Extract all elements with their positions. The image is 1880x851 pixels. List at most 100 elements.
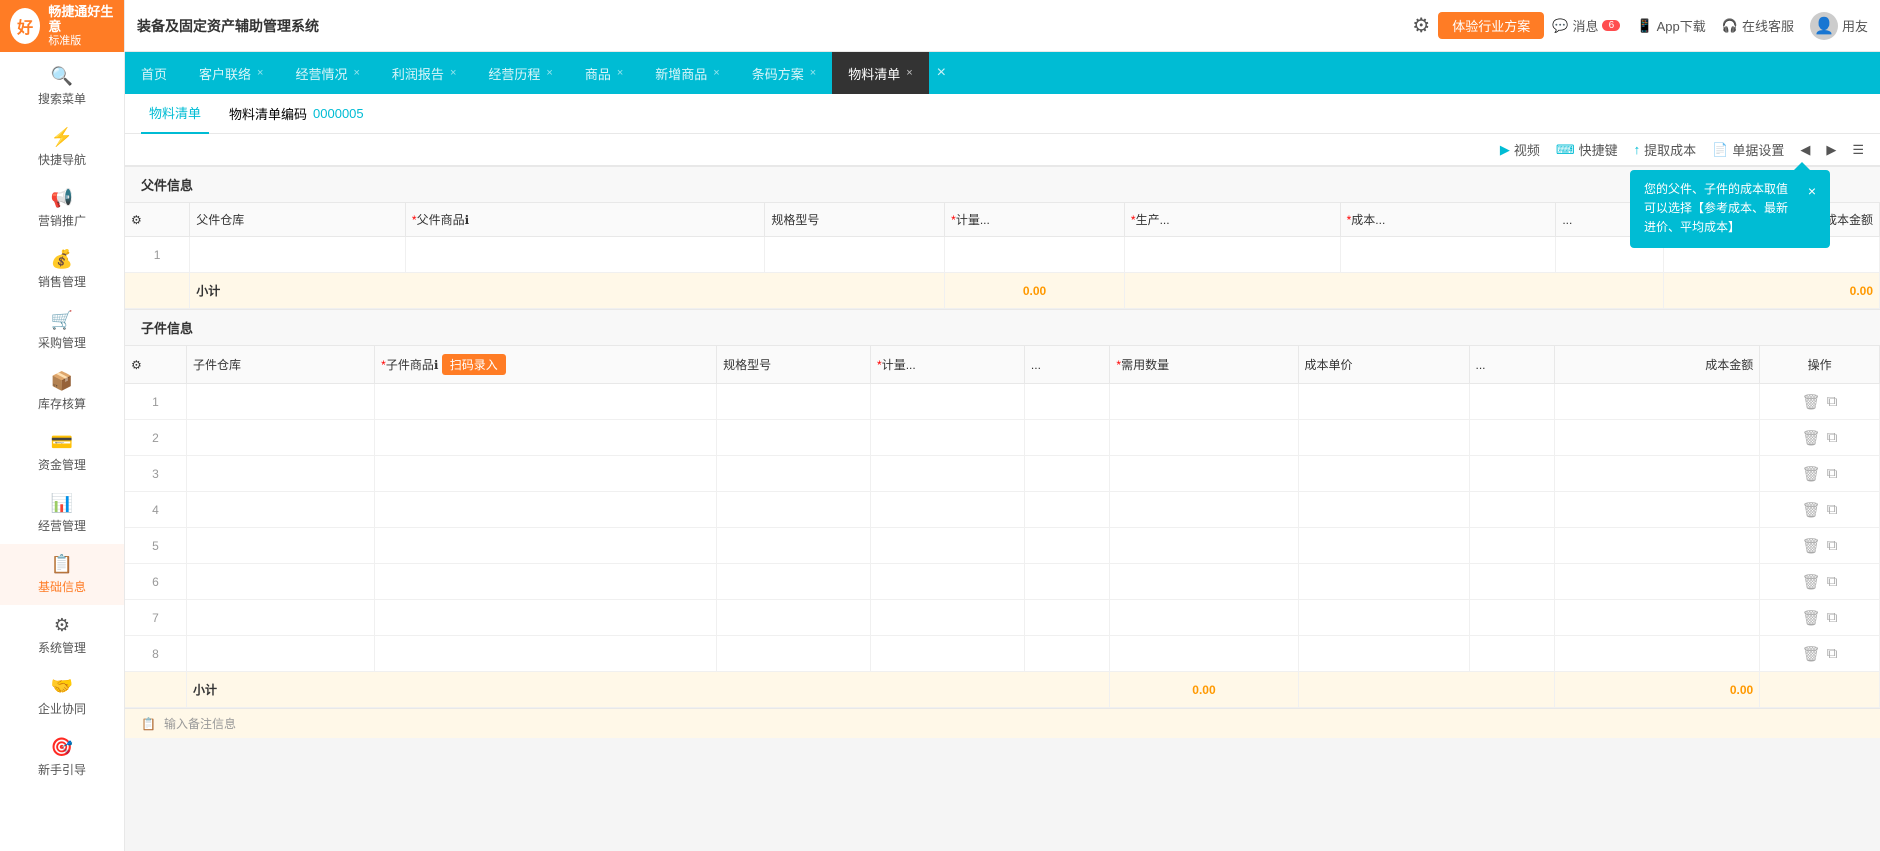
child-warehouse-4[interactable] xyxy=(187,492,375,528)
child-warehouse-3[interactable] xyxy=(187,456,375,492)
parent-spec-1[interactable] xyxy=(765,237,945,273)
scan-btn[interactable]: 扫码录入 xyxy=(442,354,506,375)
sidebar-item-search[interactable]: 🔍搜索菜单 xyxy=(0,56,124,117)
child-spec-7[interactable] xyxy=(717,600,871,636)
sidebar-item-sales[interactable]: 💰销售管理 xyxy=(0,239,124,300)
copy-icon-6[interactable]: ⧉ xyxy=(1827,573,1838,591)
shortcut-btn[interactable]: ⌨ 快捷键 xyxy=(1556,140,1618,159)
parent-cost-1[interactable] xyxy=(1340,237,1556,273)
child-warehouse-2[interactable] xyxy=(187,420,375,456)
child-qty-2[interactable] xyxy=(1110,420,1298,456)
nav-tab-close-history[interactable]: × xyxy=(546,67,552,79)
child-unit-6[interactable] xyxy=(871,564,1025,600)
delete-icon-3[interactable]: 🗑 xyxy=(1802,465,1821,483)
copy-icon-4[interactable]: ⧉ xyxy=(1827,501,1838,519)
child-goods-8[interactable] xyxy=(375,636,717,672)
settings-icon-btn[interactable]: ⚙ xyxy=(1412,13,1430,38)
child-unit-5[interactable] xyxy=(871,528,1025,564)
tooltip-close-btn[interactable]: × xyxy=(1808,180,1816,202)
child-unit-7[interactable] xyxy=(871,600,1025,636)
child-warehouse-7[interactable] xyxy=(187,600,375,636)
child-spec-1[interactable] xyxy=(717,384,871,420)
delete-icon-2[interactable]: 🗑 xyxy=(1802,429,1821,447)
child-unit-1[interactable] xyxy=(871,384,1025,420)
tab-bom-list[interactable]: 物料清单 xyxy=(141,94,209,134)
child-qty-6[interactable] xyxy=(1110,564,1298,600)
child-goods-3[interactable] xyxy=(375,456,717,492)
child-unit-2[interactable] xyxy=(871,420,1025,456)
sidebar-item-basic-info[interactable]: 📋基础信息 xyxy=(0,544,124,605)
child-extra-3[interactable] xyxy=(1024,456,1110,492)
extract-cost-btn[interactable]: ↑ 提取成本 xyxy=(1634,140,1697,159)
child-extra2-2[interactable] xyxy=(1469,420,1555,456)
nav-tab-goods[interactable]: 商品× xyxy=(569,52,639,94)
copy-icon-5[interactable]: ⧉ xyxy=(1827,537,1838,555)
child-extra2-3[interactable] xyxy=(1469,456,1555,492)
nav-tab-new_goods[interactable]: 新增商品× xyxy=(639,52,735,94)
child-col-settings[interactable]: ⚙ xyxy=(125,346,187,384)
user-avatar-item[interactable]: 👤 用友 xyxy=(1810,12,1868,40)
nav-tab-close-goods[interactable]: × xyxy=(617,67,623,79)
child-unit-price-5[interactable] xyxy=(1298,528,1469,564)
app-download-item[interactable]: 📱 App下载 xyxy=(1636,16,1705,35)
delete-icon-5[interactable]: 🗑 xyxy=(1802,537,1821,555)
grid-view-btn[interactable]: ☰ xyxy=(1852,142,1864,158)
child-extra2-7[interactable] xyxy=(1469,600,1555,636)
child-qty-3[interactable] xyxy=(1110,456,1298,492)
copy-icon-1[interactable]: ⧉ xyxy=(1827,393,1838,411)
copy-icon-2[interactable]: ⧉ xyxy=(1827,429,1838,447)
child-qty-7[interactable] xyxy=(1110,600,1298,636)
sidebar-item-business[interactable]: 📊经营管理 xyxy=(0,483,124,544)
child-warehouse-6[interactable] xyxy=(187,564,375,600)
nav-tab-operation[interactable]: 经营情况× xyxy=(279,52,375,94)
nav-tab-barcode[interactable]: 条码方案× xyxy=(736,52,832,94)
nav-prev-btn[interactable]: ◀ xyxy=(1800,142,1810,158)
nav-tab-profit[interactable]: 利润报告× xyxy=(376,52,472,94)
child-extra-1[interactable] xyxy=(1024,384,1110,420)
child-spec-8[interactable] xyxy=(717,636,871,672)
child-warehouse-5[interactable] xyxy=(187,528,375,564)
delete-icon-6[interactable]: 🗑 xyxy=(1802,573,1821,591)
child-unit-4[interactable] xyxy=(871,492,1025,528)
online-service-item[interactable]: 🎧 在线客服 xyxy=(1722,16,1794,35)
child-extra-2[interactable] xyxy=(1024,420,1110,456)
nav-tab-history[interactable]: 经营历程× xyxy=(472,52,568,94)
child-unit-8[interactable] xyxy=(871,636,1025,672)
child-extra-6[interactable] xyxy=(1024,564,1110,600)
child-extra-7[interactable] xyxy=(1024,600,1110,636)
single-settings-btn[interactable]: 📄 单据设置 xyxy=(1712,140,1784,159)
experience-button[interactable]: 体验行业方案 xyxy=(1438,12,1544,39)
child-unit-3[interactable] xyxy=(871,456,1025,492)
child-warehouse-8[interactable] xyxy=(187,636,375,672)
delete-icon-1[interactable]: 🗑 xyxy=(1802,393,1821,411)
delete-icon-8[interactable]: 🗑 xyxy=(1802,645,1821,663)
parent-col-settings[interactable]: ⚙ xyxy=(125,203,190,237)
child-spec-5[interactable] xyxy=(717,528,871,564)
nav-tab-close-bom[interactable]: × xyxy=(906,67,912,79)
sidebar-item-finance[interactable]: 💳资金管理 xyxy=(0,422,124,483)
child-spec-6[interactable] xyxy=(717,564,871,600)
child-extra2-1[interactable] xyxy=(1469,384,1555,420)
nav-close-btn[interactable]: × xyxy=(929,64,954,82)
nav-tab-close-customer[interactable]: × xyxy=(257,67,263,79)
nav-tab-close-operation[interactable]: × xyxy=(353,67,359,79)
copy-icon-8[interactable]: ⧉ xyxy=(1827,645,1838,663)
parent-production-1[interactable] xyxy=(1124,237,1340,273)
nav-tab-home[interactable]: 首页 xyxy=(125,52,183,94)
sidebar-item-enterprise[interactable]: 🤝企业协同 xyxy=(0,666,124,727)
sidebar-item-guide[interactable]: 🎯新手引导 xyxy=(0,727,124,788)
child-unit-price-1[interactable] xyxy=(1298,384,1469,420)
child-unit-price-4[interactable] xyxy=(1298,492,1469,528)
nav-tab-close-barcode[interactable]: × xyxy=(810,67,816,79)
child-goods-1[interactable] xyxy=(375,384,717,420)
child-qty-5[interactable] xyxy=(1110,528,1298,564)
child-extra2-5[interactable] xyxy=(1469,528,1555,564)
message-icon-item[interactable]: 💬 消息 6 xyxy=(1552,16,1620,35)
child-unit-price-3[interactable] xyxy=(1298,456,1469,492)
child-unit-price-2[interactable] xyxy=(1298,420,1469,456)
child-extra-5[interactable] xyxy=(1024,528,1110,564)
sidebar-item-quick-nav[interactable]: ⚡快捷导航 xyxy=(0,117,124,178)
child-goods-2[interactable] xyxy=(375,420,717,456)
nav-tab-close-profit[interactable]: × xyxy=(450,67,456,79)
child-extra-8[interactable] xyxy=(1024,636,1110,672)
